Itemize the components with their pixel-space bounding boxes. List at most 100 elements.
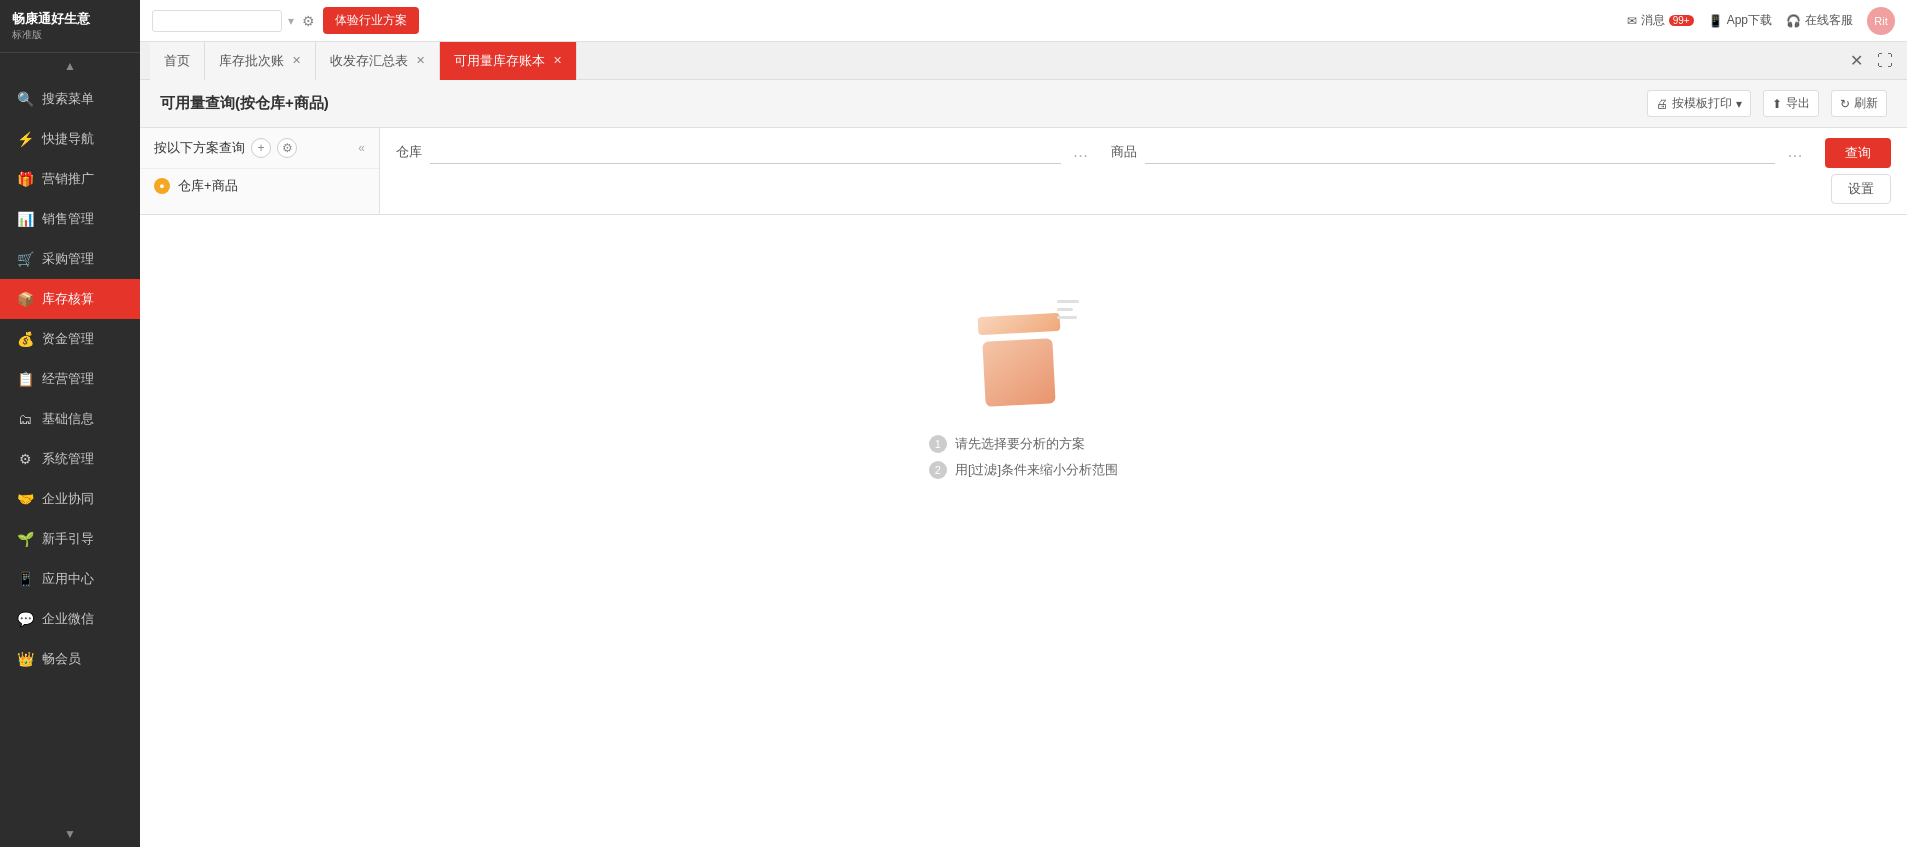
scheme-header: 按以下方案查询 + ⚙ «	[140, 128, 379, 169]
sidebar-item-label: 企业微信	[42, 610, 94, 628]
sidebar-item-label: 销售管理	[42, 210, 94, 228]
sidebar-item-marketing[interactable]: 🎁 营销推广	[0, 159, 140, 199]
tip-num-1: 1	[929, 435, 947, 453]
box-lid	[977, 313, 1060, 335]
tab-batch-account[interactable]: 库存批次账 ✕	[205, 42, 316, 80]
flash-icon: ⚡	[16, 130, 34, 148]
filter-area: 仓库 … 商品 …	[380, 128, 1825, 176]
industry-solution-button[interactable]: 体验行业方案	[323, 7, 419, 34]
message-action[interactable]: ✉ 消息 99+	[1627, 12, 1694, 29]
tab-close-icon[interactable]: ✕	[292, 54, 301, 67]
sidebar-scroll-up[interactable]: ▲	[0, 53, 140, 79]
sidebar-item-search[interactable]: 🔍 搜索菜单	[0, 79, 140, 119]
refresh-icon: ↻	[1840, 97, 1850, 111]
folder-icon: 🗂	[16, 410, 34, 428]
headset-icon: 🎧	[1786, 14, 1801, 28]
empty-tip-2: 2 用[过滤]条件来缩小分析范围	[929, 461, 1118, 479]
empty-tip-1: 1 请先选择要分析的方案	[929, 435, 1118, 453]
sidebar-item-basic-info[interactable]: 🗂 基础信息	[0, 399, 140, 439]
sidebar-item-label: 基础信息	[42, 410, 94, 428]
avatar[interactable]: Rit	[1867, 7, 1895, 35]
export-button[interactable]: ⬆ 导出	[1763, 90, 1819, 117]
tab-receipt-summary-label: 收发存汇总表	[330, 52, 408, 70]
product-label: 商品	[1111, 143, 1137, 161]
sidebar-item-wechat[interactable]: 💬 企业微信	[0, 599, 140, 639]
sidebar-item-app-center[interactable]: 📱 应用中心	[0, 559, 140, 599]
sidebar-item-label: 畅会员	[42, 650, 81, 668]
add-scheme-button[interactable]: +	[251, 138, 271, 158]
tip-text-2: 用[过滤]条件来缩小分析范围	[955, 461, 1118, 479]
sidebar-item-label: 系统管理	[42, 450, 94, 468]
deco-line-3	[1057, 316, 1077, 319]
product-field: 商品 …	[1111, 140, 1810, 164]
tab-available-account[interactable]: 可用量库存账本 ✕	[440, 42, 577, 80]
sidebar-scroll-down[interactable]: ▼	[0, 821, 140, 847]
chart-icon: 📊	[16, 210, 34, 228]
scheme-settings-button[interactable]: ⚙	[277, 138, 297, 158]
header-actions: ✉ 消息 99+ 📱 App下载 🎧 在线客服 Rit	[1627, 7, 1895, 35]
refresh-button[interactable]: ↻ 刷新	[1831, 90, 1887, 117]
deco-line-2	[1057, 308, 1073, 311]
deco-lines	[1057, 300, 1079, 319]
chevron-down-icon: ▾	[288, 14, 294, 28]
tab-close-icon[interactable]: ✕	[553, 54, 562, 67]
breadcrumb: ▾	[152, 10, 294, 32]
tab-receipt-summary[interactable]: 收发存汇总表 ✕	[316, 42, 440, 80]
scheme-header-label: 按以下方案查询	[154, 139, 245, 157]
sidebar-item-purchase[interactable]: 🛒 采购管理	[0, 239, 140, 279]
sidebar-item-inventory[interactable]: 📦 库存核算	[0, 279, 140, 319]
scheme-item-warehouse-product[interactable]: ● 仓库+商品	[140, 169, 379, 203]
app-download-label: App下载	[1727, 12, 1772, 29]
online-service-label: 在线客服	[1805, 12, 1853, 29]
message-badge: 99+	[1669, 15, 1694, 26]
sidebar-item-operation[interactable]: 📋 经营管理	[0, 359, 140, 399]
sidebar-item-shortcut[interactable]: ⚡ 快捷导航	[0, 119, 140, 159]
product-input[interactable]	[1145, 140, 1776, 164]
sidebar-item-cooperation[interactable]: 🤝 企业协同	[0, 479, 140, 519]
export-label: 导出	[1786, 95, 1810, 112]
collapse-scheme-button[interactable]: «	[358, 141, 365, 155]
message-label: 消息	[1641, 12, 1665, 29]
tip-num-2: 2	[929, 461, 947, 479]
handshake-icon: 🤝	[16, 490, 34, 508]
sidebar-item-label: 新手引导	[42, 530, 94, 548]
action-buttons: 查询 设置	[1825, 128, 1907, 214]
sidebar-item-member[interactable]: 👑 畅会员	[0, 639, 140, 679]
sidebar-item-system[interactable]: ⚙ 系统管理	[0, 439, 140, 479]
close-window-icon[interactable]: ✕	[1846, 47, 1867, 74]
query-button[interactable]: 查询	[1825, 138, 1891, 168]
print-label: 按模板打印	[1672, 95, 1732, 112]
tab-close-icon[interactable]: ✕	[416, 54, 425, 67]
tab-home[interactable]: 首页	[150, 42, 205, 80]
sidebar-item-guide[interactable]: 🌱 新手引导	[0, 519, 140, 559]
sidebar-item-finance[interactable]: 💰 资金管理	[0, 319, 140, 359]
app-download-action[interactable]: 📱 App下载	[1708, 12, 1772, 29]
empty-illustration	[964, 295, 1084, 415]
sidebar-item-label: 快捷导航	[42, 130, 94, 148]
main-area: ▾ ⚙ 体验行业方案 ✉ 消息 99+ 📱 App下载 🎧 在线客服 Rit	[140, 0, 1907, 847]
phone-icon: 📱	[1708, 14, 1723, 28]
print-button[interactable]: 🖨 按模板打印 ▾	[1647, 90, 1751, 117]
scheme-panel: 按以下方案查询 + ⚙ « ● 仓库+商品	[140, 128, 380, 214]
search-icon: 🔍	[16, 90, 34, 108]
sidebar: 畅康通好生意 标准版 ▲ 🔍 搜索菜单 ⚡ 快捷导航 🎁 营销推广 📊 销售管理…	[0, 0, 140, 847]
sidebar-item-label: 企业协同	[42, 490, 94, 508]
box-body	[982, 338, 1055, 407]
nav-search-input[interactable]	[152, 10, 282, 32]
sidebar-item-sales[interactable]: 📊 销售管理	[0, 199, 140, 239]
user-name: Rit	[1874, 15, 1887, 27]
settings-icon[interactable]: ⚙	[302, 13, 315, 29]
product-more-icon[interactable]: …	[1783, 141, 1809, 163]
crown-icon: 👑	[16, 650, 34, 668]
dropdown-arrow-icon: ▾	[1736, 97, 1742, 111]
warehouse-more-icon[interactable]: …	[1069, 141, 1095, 163]
warehouse-input[interactable]	[430, 140, 1061, 164]
cart-icon: 🛒	[16, 250, 34, 268]
tab-batch-account-label: 库存批次账	[219, 52, 284, 70]
online-service-action[interactable]: 🎧 在线客服	[1786, 12, 1853, 29]
maximize-icon[interactable]: ⛶	[1873, 48, 1897, 74]
refresh-label: 刷新	[1854, 95, 1878, 112]
box-icon: 📦	[16, 290, 34, 308]
filter-settings-button[interactable]: 设置	[1831, 174, 1891, 204]
sidebar-item-label: 应用中心	[42, 570, 94, 588]
